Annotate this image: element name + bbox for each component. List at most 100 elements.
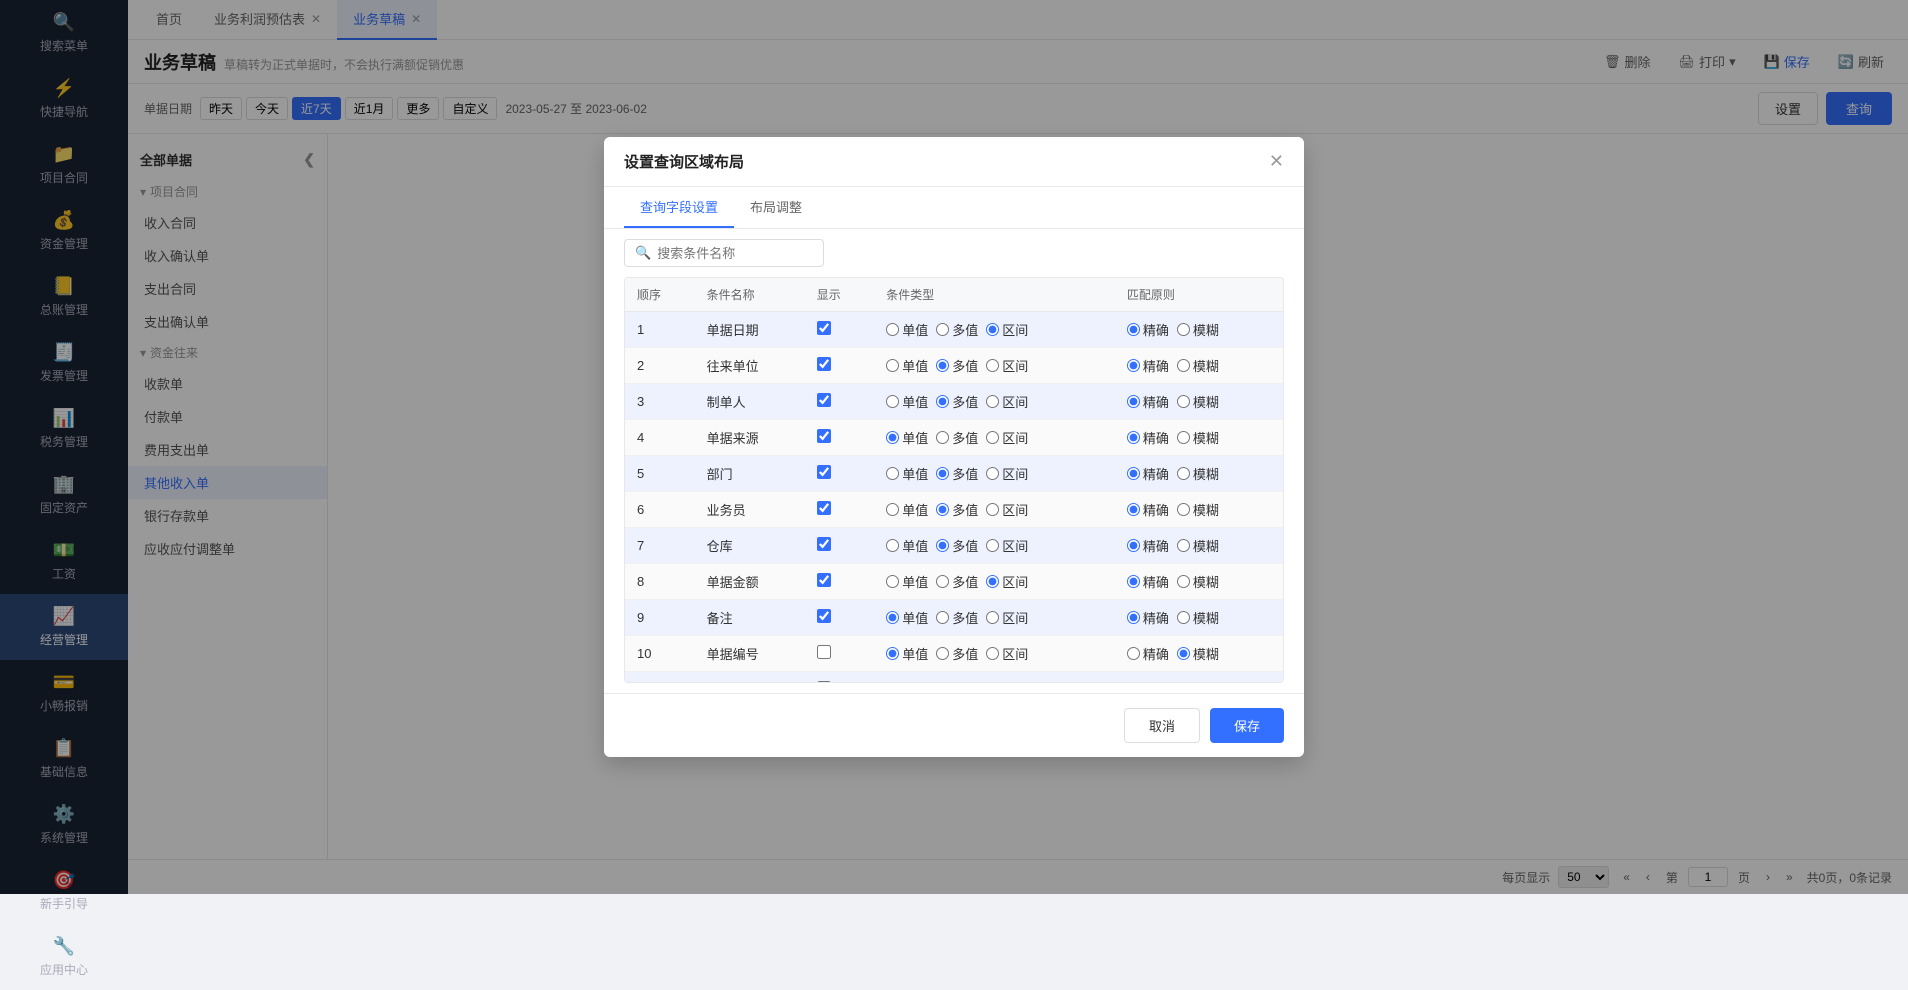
match-opt-精确[interactable]: 精确 <box>1127 464 1169 483</box>
type-opt-多值[interactable]: 多值 <box>936 680 978 683</box>
cell-type[interactable]: 单值多值区间 <box>874 348 1115 384</box>
type-opt-区间[interactable]: 区间 <box>986 644 1028 663</box>
type-opt-单值[interactable]: 单值 <box>886 392 928 411</box>
cell-type[interactable]: 单值多值区间 <box>874 312 1115 348</box>
modal-tab-fields[interactable]: 查询字段设置 <box>624 187 734 228</box>
cell-match[interactable]: 精确模糊 <box>1115 600 1283 636</box>
type-opt-单值[interactable]: 单值 <box>886 464 928 483</box>
display-checkbox-6[interactable] <box>817 501 831 515</box>
type-opt-单值[interactable]: 单值 <box>886 320 928 339</box>
type-opt-单值[interactable]: 单值 <box>886 536 928 555</box>
display-checkbox-5[interactable] <box>817 465 831 479</box>
cell-display[interactable] <box>805 600 875 636</box>
match-opt-精确[interactable]: 精确 <box>1127 536 1169 555</box>
type-opt-多值[interactable]: 多值 <box>936 608 978 627</box>
type-opt-区间[interactable]: 区间 <box>986 356 1028 375</box>
type-opt-单值[interactable]: 单值 <box>886 500 928 519</box>
cell-type[interactable]: 单值 多值 区间 <box>874 672 1115 684</box>
modal-close-button[interactable]: ✕ <box>1269 151 1284 172</box>
cell-match[interactable]: 精确模糊 <box>1115 564 1283 600</box>
cell-display[interactable] <box>805 528 875 564</box>
modal-tab-layout[interactable]: 布局调整 <box>734 187 818 228</box>
type-opt-区间[interactable]: 区间 <box>986 464 1028 483</box>
type-opt-多值[interactable]: 多值 <box>936 428 978 447</box>
cell-type[interactable]: 单值多值区间 <box>874 492 1115 528</box>
display-checkbox-11[interactable] <box>817 681 831 683</box>
match-opt-模糊[interactable]: 模糊 <box>1177 392 1219 411</box>
match-opt-模糊[interactable]: 模糊 <box>1177 644 1219 663</box>
type-opt-多值[interactable]: 多值 <box>936 572 978 591</box>
match-opt-精确[interactable]: 精确 <box>1127 680 1169 683</box>
display-checkbox-7[interactable] <box>817 537 831 551</box>
cell-display[interactable] <box>805 492 875 528</box>
match-opt-模糊[interactable]: 模糊 <box>1177 536 1219 555</box>
display-checkbox-3[interactable] <box>817 393 831 407</box>
modal-save-button[interactable]: 保存 <box>1210 708 1284 743</box>
cell-display[interactable] <box>805 384 875 420</box>
display-checkbox-1[interactable] <box>817 321 831 335</box>
match-opt-精确[interactable]: 精确 <box>1127 608 1169 627</box>
cell-match[interactable]: 精确模糊 <box>1115 312 1283 348</box>
match-opt-精确[interactable]: 精确 <box>1127 572 1169 591</box>
match-opt-模糊[interactable]: 模糊 <box>1177 572 1219 591</box>
cell-type[interactable]: 单值多值区间 <box>874 528 1115 564</box>
cell-display[interactable] <box>805 636 875 672</box>
display-checkbox-2[interactable] <box>817 357 831 371</box>
type-opt-区间[interactable]: 区间 <box>986 680 1028 683</box>
display-checkbox-8[interactable] <box>817 573 831 587</box>
cell-type[interactable]: 单值多值区间 <box>874 420 1115 456</box>
match-opt-模糊[interactable]: 模糊 <box>1177 356 1219 375</box>
type-opt-多值[interactable]: 多值 <box>936 356 978 375</box>
match-opt-精确[interactable]: 精确 <box>1127 644 1169 663</box>
match-opt-模糊[interactable]: 模糊 <box>1177 500 1219 519</box>
type-opt-区间[interactable]: 区间 <box>986 536 1028 555</box>
type-opt-多值[interactable]: 多值 <box>936 644 978 663</box>
type-opt-多值[interactable]: 多值 <box>936 536 978 555</box>
type-opt-多值[interactable]: 多值 <box>936 464 978 483</box>
cell-type[interactable]: 单值多值区间 <box>874 600 1115 636</box>
cell-display[interactable] <box>805 672 875 684</box>
type-opt-区间[interactable]: 区间 <box>986 428 1028 447</box>
cell-display[interactable] <box>805 420 875 456</box>
display-checkbox-10[interactable] <box>817 645 831 659</box>
cell-match[interactable]: 精确模糊 <box>1115 456 1283 492</box>
cell-display[interactable] <box>805 348 875 384</box>
cell-type[interactable]: 单值多值区间 <box>874 384 1115 420</box>
type-opt-区间[interactable]: 区间 <box>986 500 1028 519</box>
match-opt-模糊[interactable]: 模糊 <box>1177 680 1219 683</box>
type-opt-区间[interactable]: 区间 <box>986 608 1028 627</box>
cell-match[interactable]: 精确模糊 <box>1115 492 1283 528</box>
cancel-button[interactable]: 取消 <box>1124 708 1200 743</box>
type-opt-单值[interactable]: 单值 <box>886 572 928 591</box>
match-opt-精确[interactable]: 精确 <box>1127 356 1169 375</box>
type-opt-单值[interactable]: 单值 <box>886 608 928 627</box>
cell-type[interactable]: 单值多值区间 <box>874 564 1115 600</box>
cell-display[interactable] <box>805 564 875 600</box>
display-checkbox-9[interactable] <box>817 609 831 623</box>
type-opt-多值[interactable]: 多值 <box>936 500 978 519</box>
match-opt-模糊[interactable]: 模糊 <box>1177 608 1219 627</box>
match-opt-模糊[interactable]: 模糊 <box>1177 320 1219 339</box>
cell-type[interactable]: 单值多值区间 <box>874 636 1115 672</box>
cell-match[interactable]: 精确模糊 <box>1115 384 1283 420</box>
cell-match[interactable]: 精确模糊 <box>1115 348 1283 384</box>
type-opt-区间[interactable]: 区间 <box>986 320 1028 339</box>
type-opt-单值[interactable]: 单值 <box>886 644 928 663</box>
cell-display[interactable] <box>805 312 875 348</box>
match-opt-精确[interactable]: 精确 <box>1127 320 1169 339</box>
cell-type[interactable]: 单值多值区间 <box>874 456 1115 492</box>
cell-match[interactable]: 精确模糊 <box>1115 420 1283 456</box>
match-opt-模糊[interactable]: 模糊 <box>1177 428 1219 447</box>
cell-match[interactable]: 精确 模糊 <box>1115 672 1283 684</box>
sidebar-item-apps[interactable]: 🔧应用中心 <box>0 924 128 990</box>
match-opt-精确[interactable]: 精确 <box>1127 392 1169 411</box>
type-opt-区间[interactable]: 区间 <box>986 392 1028 411</box>
type-opt-单值[interactable]: 单值 <box>886 356 928 375</box>
type-opt-单值[interactable]: 单值 <box>886 680 928 683</box>
search-input[interactable] <box>657 246 807 261</box>
type-opt-区间[interactable]: 区间 <box>986 572 1028 591</box>
type-opt-多值[interactable]: 多值 <box>936 320 978 339</box>
match-opt-精确[interactable]: 精确 <box>1127 500 1169 519</box>
cell-match[interactable]: 精确模糊 <box>1115 528 1283 564</box>
match-opt-模糊[interactable]: 模糊 <box>1177 464 1219 483</box>
